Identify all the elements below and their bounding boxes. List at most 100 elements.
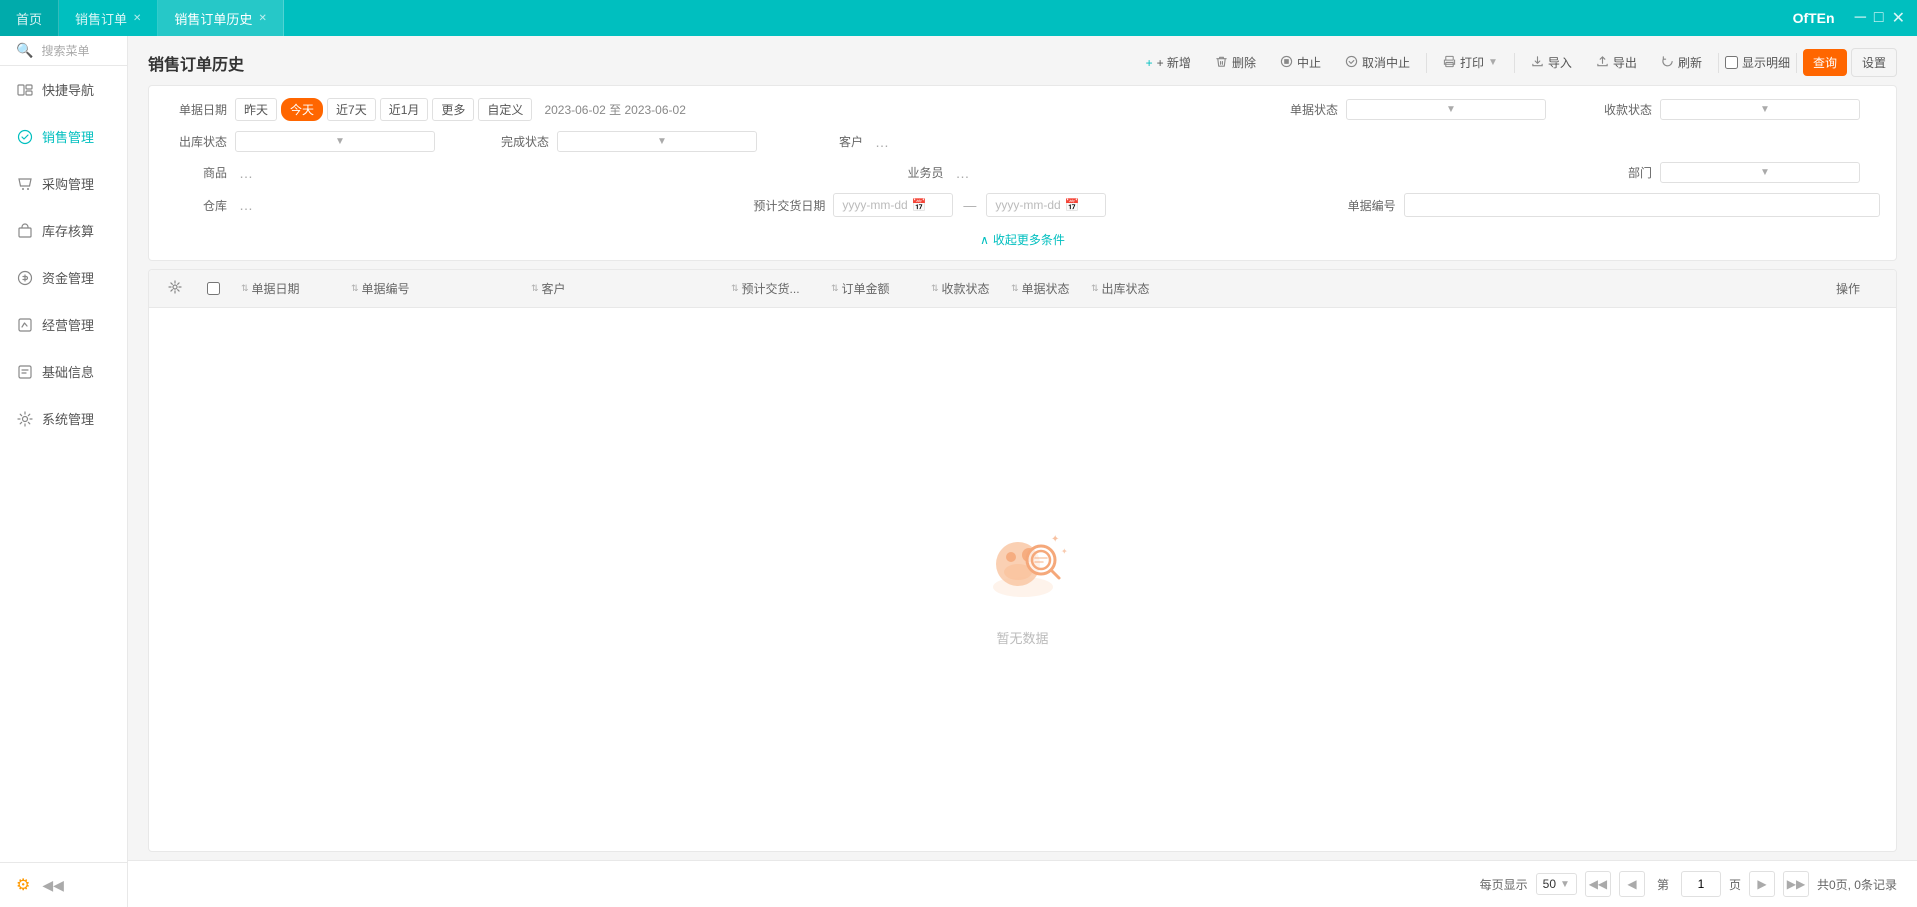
collapse-button[interactable]: ∧ 收起更多条件 — [980, 231, 1065, 248]
sidebar-item-sales-mgmt[interactable]: 销售管理 — [0, 113, 127, 160]
filter-row-2: 出库状态 ▼ 完成状态 ▼ 客户 … — [165, 131, 1880, 152]
salesperson-picker-btn[interactable]: … — [952, 165, 974, 181]
sidebar-collapse-button[interactable]: ◀◀ — [42, 877, 64, 894]
prev-page-icon: ◀ — [1627, 877, 1636, 891]
th-delivery[interactable]: ⇅ 预计交货... — [723, 270, 823, 307]
sidebar-item-purchase-mgmt[interactable]: 采购管理 — [0, 160, 127, 207]
th-stock-status[interactable]: ⇅ 出库状态 — [1083, 270, 1163, 307]
goods-picker-btn[interactable]: … — [235, 165, 257, 181]
date-filter-control: 昨天 今天 近7天 近1月 更多 自定义 2023-06-02 至 2023-0… — [235, 98, 1244, 121]
warehouse-picker-btn[interactable]: … — [235, 197, 257, 213]
settings-button[interactable]: 设置 — [1851, 48, 1897, 77]
total-info: 共0页, 0条记录 — [1817, 876, 1897, 893]
expected-delivery-label: 预计交货日期 — [743, 197, 833, 214]
sidebar-item-inventory[interactable]: 库存核算 — [0, 207, 127, 254]
import-button[interactable]: 导入 — [1521, 49, 1582, 76]
print-button[interactable]: 打印 ▼ — [1433, 49, 1508, 76]
sort-icon-receipt-status: ⇅ — [931, 283, 939, 294]
th-date[interactable]: ⇅ 单据日期 — [233, 270, 343, 307]
department-select[interactable]: ▼ — [1660, 162, 1860, 183]
select-all-checkbox[interactable] — [207, 282, 220, 295]
stop-button[interactable]: 中止 — [1270, 49, 1331, 76]
date-more-btn[interactable]: 更多 — [432, 98, 474, 121]
display-columns-checkbox[interactable] — [1725, 56, 1738, 69]
th-receipt-status[interactable]: ⇅ 收款状态 — [923, 270, 1003, 307]
sidebar: 🔍 搜索菜单 快捷导航 销售管理 采购管理 库存核算 — [0, 36, 128, 907]
department-control[interactable]: ▼ — [1660, 162, 1880, 183]
brand-label: OfTEn — [1781, 10, 1847, 26]
customer-control[interactable]: … — [871, 134, 1880, 150]
warehouse-label: 仓库 — [165, 197, 235, 214]
calendar-end-icon[interactable]: 📅 — [1065, 198, 1080, 212]
goods-control[interactable]: … — [235, 165, 850, 181]
print-icon — [1443, 55, 1456, 71]
export-button[interactable]: 导出 — [1586, 49, 1647, 76]
filter-row-1: 单据日期 昨天 今天 近7天 近1月 更多 自定义 2023-06-02 至 2… — [165, 98, 1880, 121]
date-custom-btn[interactable]: 自定义 — [478, 98, 532, 121]
order-number-input[interactable] — [1404, 193, 1880, 217]
th-number[interactable]: ⇅ 单据编号 — [343, 270, 523, 307]
query-button[interactable]: 查询 — [1803, 49, 1847, 76]
delete-button[interactable]: 删除 — [1205, 49, 1266, 76]
first-page-button[interactable]: ◀◀ — [1585, 871, 1611, 897]
sidebar-item-quick-nav[interactable]: 快捷导航 — [0, 66, 127, 113]
receipt-status-select[interactable]: ▼ — [1660, 99, 1860, 120]
th-actions: 操作 — [1828, 270, 1888, 307]
sort-icon-amount: ⇅ — [831, 283, 839, 294]
customer-picker-btn[interactable]: … — [871, 134, 893, 150]
sort-icon-number: ⇅ — [351, 283, 359, 294]
delivery-date-end[interactable]: yyyy-mm-dd 📅 — [986, 193, 1106, 217]
order-number-control[interactable] — [1404, 193, 1880, 217]
delivery-date-start[interactable]: yyyy-mm-dd 📅 — [833, 193, 953, 217]
last-page-button[interactable]: ▶▶ — [1783, 871, 1809, 897]
tab-sales-order-history-close[interactable]: ✕ — [258, 13, 266, 24]
empty-illustration: ✦ ✦ — [963, 512, 1083, 612]
warehouse-control[interactable]: … — [235, 197, 711, 213]
calendar-start-icon[interactable]: 📅 — [912, 198, 927, 212]
sidebar-item-operations[interactable]: 经营管理 — [0, 301, 127, 348]
date-7days-btn[interactable]: 近7天 — [327, 98, 376, 121]
content-area: 销售订单历史 + + 新增 删除 中止 — [128, 36, 1917, 907]
sidebar-item-capital[interactable]: 资金管理 — [0, 254, 127, 301]
sidebar-item-purchase-mgmt-label: 采购管理 — [42, 174, 94, 193]
date-1month-btn[interactable]: 近1月 — [380, 98, 429, 121]
prev-page-button[interactable]: ◀ — [1619, 871, 1645, 897]
out-status-select[interactable]: ▼ — [235, 131, 435, 152]
order-status-control[interactable]: ▼ — [1346, 99, 1566, 120]
out-status-control[interactable]: ▼ — [235, 131, 455, 152]
sidebar-item-basic-info[interactable]: 基础信息 — [0, 348, 127, 395]
complete-status-control[interactable]: ▼ — [557, 131, 777, 152]
toolbar-separator2 — [1514, 53, 1515, 73]
complete-status-select[interactable]: ▼ — [557, 131, 757, 152]
tab-home[interactable]: 首页 — [0, 0, 59, 36]
salesperson-control[interactable]: … — [952, 165, 1567, 181]
receipt-status-control[interactable]: ▼ — [1660, 99, 1880, 120]
th-check[interactable] — [193, 272, 233, 305]
close-button[interactable]: ✕ — [1892, 8, 1905, 28]
sidebar-item-system[interactable]: 系统管理 — [0, 395, 127, 442]
sidebar-item-capital-label: 资金管理 — [42, 268, 94, 287]
maximize-button[interactable]: □ — [1874, 9, 1884, 27]
display-columns-toggle[interactable]: 显示明细 — [1725, 54, 1790, 71]
new-button[interactable]: + + 新增 — [1136, 49, 1201, 76]
settings-gear-icon[interactable] — [168, 280, 182, 297]
refresh-button[interactable]: 刷新 — [1651, 49, 1712, 76]
cancel-stop-button[interactable]: 取消中止 — [1335, 49, 1420, 76]
page-number-input[interactable] — [1681, 871, 1721, 897]
search-menu-bar[interactable]: 🔍 搜索菜单 — [0, 36, 127, 66]
next-page-button[interactable]: ▶ — [1749, 871, 1775, 897]
th-customer[interactable]: ⇅ 客户 — [523, 270, 723, 307]
tab-sales-order-history[interactable]: 销售订单历史 ✕ — [158, 0, 283, 36]
th-settings[interactable] — [157, 270, 193, 307]
tab-sales-order-close[interactable]: ✕ — [133, 13, 141, 24]
per-page-select[interactable]: 50 ▼ — [1536, 873, 1577, 895]
th-order-status[interactable]: ⇅ 单据状态 — [1003, 270, 1083, 307]
order-status-arrow: ▼ — [1446, 104, 1537, 115]
date-today-btn[interactable]: 今天 — [281, 98, 323, 121]
order-status-select[interactable]: ▼ — [1346, 99, 1546, 120]
sidebar-settings-button[interactable]: ⚙ — [16, 875, 30, 895]
date-yesterday-btn[interactable]: 昨天 — [235, 98, 277, 121]
th-amount[interactable]: ⇅ 订单金额 — [823, 270, 923, 307]
minimize-button[interactable]: ─ — [1855, 9, 1866, 27]
tab-sales-order[interactable]: 销售订单 ✕ — [59, 0, 158, 36]
